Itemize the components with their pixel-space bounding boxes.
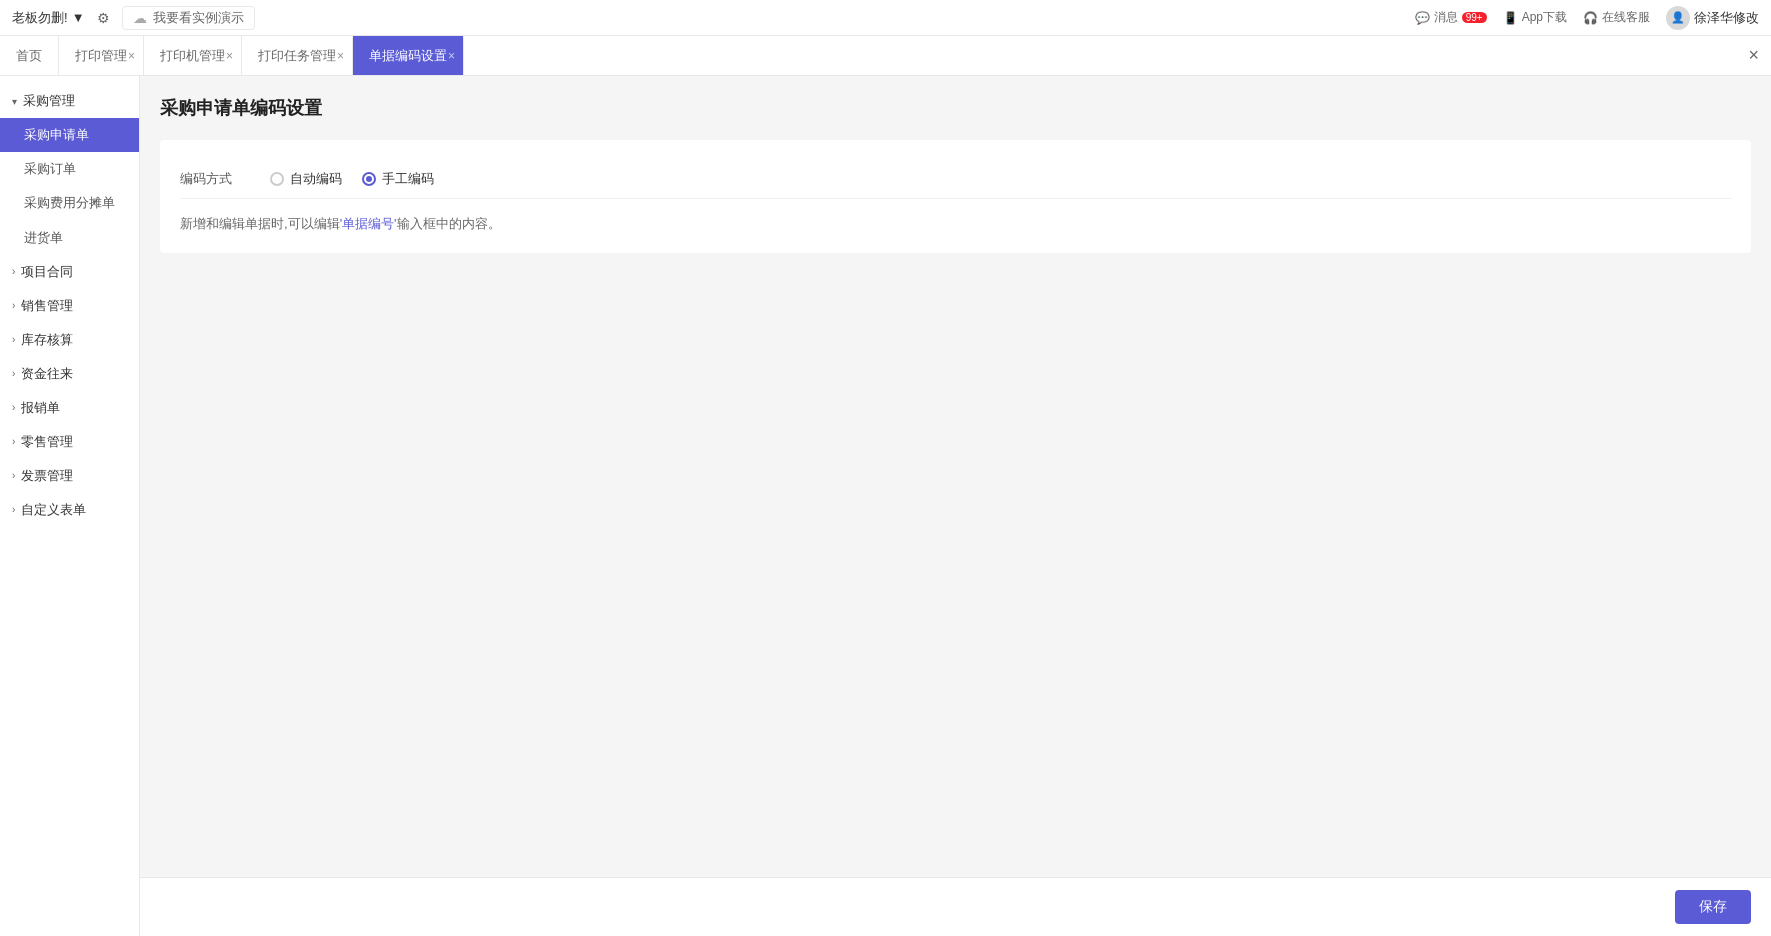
radio-auto-circle xyxy=(270,172,284,186)
content-area: 采购申请单编码设置 编码方式 自动编码 手工编码 xyxy=(140,76,1771,936)
service-icon: 🎧 xyxy=(1583,11,1598,25)
page-title: 采购申请单编码设置 xyxy=(160,96,1751,120)
sidebar-group-purchase-mgmt[interactable]: ▾ 采购管理 xyxy=(0,84,139,118)
chevron-right-icon-6: › xyxy=(12,436,15,447)
radio-manual-encoding[interactable]: 手工编码 xyxy=(362,170,434,188)
sidebar-item-purchase-expense[interactable]: 采购费用分摊单 xyxy=(0,186,139,220)
demo-button[interactable]: ☁ 我要看实例演示 xyxy=(122,6,255,30)
tab-print-mgmt-close[interactable]: × xyxy=(128,49,135,63)
message-icon: 💬 xyxy=(1415,11,1430,25)
top-bar-title-dropdown[interactable]: 老板勿删! ▼ xyxy=(12,9,85,27)
sidebar-group-inventory-calc[interactable]: › 库存核算 xyxy=(0,323,139,357)
user-info[interactable]: 👤 徐泽华修改 xyxy=(1666,6,1759,30)
message-badge: 99+ xyxy=(1462,12,1487,23)
radio-manual-circle xyxy=(362,172,376,186)
encoding-label: 编码方式 xyxy=(180,170,240,188)
chevron-down-icon: ▾ xyxy=(12,96,17,107)
sidebar-group-project-contract[interactable]: › 项目合同 xyxy=(0,255,139,289)
tab-bar: 首页 打印管理 × 打印机管理 × 打印任务管理 × 单据编码设置 × × xyxy=(0,36,1771,76)
save-button[interactable]: 保存 xyxy=(1675,890,1751,924)
sidebar-group-return-order[interactable]: › 报销单 xyxy=(0,391,139,425)
close-all-tabs-button[interactable]: × xyxy=(1736,36,1771,75)
sidebar-item-purchase-request[interactable]: 采购申请单 xyxy=(0,118,139,152)
tab-print-task-mgmt-close[interactable]: × xyxy=(337,49,344,63)
tab-printer-mgmt[interactable]: 打印机管理 × xyxy=(144,36,242,75)
message-button[interactable]: 💬 消息 99+ xyxy=(1415,9,1487,26)
content-footer: 保存 xyxy=(140,877,1771,936)
sidebar-item-stock-in-label: 进货单 xyxy=(24,230,63,245)
settings-icon[interactable]: ⚙ xyxy=(97,10,110,26)
chevron-right-icon-8: › xyxy=(12,504,15,515)
sidebar-group-retail-mgmt-label: 零售管理 xyxy=(21,433,73,451)
sidebar-group-return-order-label: 报销单 xyxy=(21,399,60,417)
hint-highlight: '单据编号' xyxy=(340,216,397,231)
radio-manual-label: 手工编码 xyxy=(382,170,434,188)
sidebar-item-purchase-order-label: 采购订单 xyxy=(24,161,76,176)
sidebar-group-fund-flow-label: 资金往来 xyxy=(21,365,73,383)
sidebar-group-fund-flow[interactable]: › 资金往来 xyxy=(0,357,139,391)
tab-single-code-settings-close[interactable]: × xyxy=(448,49,455,63)
dropdown-icon: ▼ xyxy=(72,10,85,25)
settings-card: 编码方式 自动编码 手工编码 新增和编辑单据时,可以编辑'单据编号'输入框中的内 xyxy=(160,140,1751,253)
sidebar-group-retail-mgmt[interactable]: › 零售管理 xyxy=(0,425,139,459)
top-bar-title: 老板勿删! xyxy=(12,9,68,27)
avatar: 👤 xyxy=(1666,6,1690,30)
tab-printer-mgmt-label: 打印机管理 xyxy=(160,47,225,65)
tab-home[interactable]: 首页 xyxy=(0,36,59,75)
demo-label: 我要看实例演示 xyxy=(153,9,244,27)
tab-print-mgmt-label: 打印管理 xyxy=(75,47,127,65)
cloud-icon: ☁ xyxy=(133,10,147,26)
sidebar-item-purchase-request-label: 采购申请单 xyxy=(24,127,89,142)
hint-text: 新增和编辑单据时,可以编辑'单据编号'输入框中的内容。 xyxy=(180,215,1731,233)
sidebar-item-purchase-order[interactable]: 采购订单 xyxy=(0,152,139,186)
download-icon: 📱 xyxy=(1503,11,1518,25)
chevron-right-icon-2: › xyxy=(12,300,15,311)
tab-printer-mgmt-close[interactable]: × xyxy=(226,49,233,63)
sidebar: ▾ 采购管理 采购申请单 采购订单 采购费用分摊单 进货单 › 项目合同 › 销… xyxy=(0,76,140,936)
tab-single-code-settings-label: 单据编码设置 xyxy=(369,47,447,65)
sidebar-item-stock-in[interactable]: 进货单 xyxy=(0,221,139,255)
content-inner: 采购申请单编码设置 编码方式 自动编码 手工编码 xyxy=(140,76,1771,877)
radio-auto-encoding[interactable]: 自动编码 xyxy=(270,170,342,188)
sidebar-group-invoice-mgmt-label: 发票管理 xyxy=(21,467,73,485)
online-service-label: 在线客服 xyxy=(1602,9,1650,26)
sidebar-group-custom-form[interactable]: › 自定义表单 xyxy=(0,493,139,527)
online-service-button[interactable]: 🎧 在线客服 xyxy=(1583,9,1650,26)
chevron-right-icon-4: › xyxy=(12,368,15,379)
chevron-right-icon-3: › xyxy=(12,334,15,345)
sidebar-group-invoice-mgmt[interactable]: › 发票管理 xyxy=(0,459,139,493)
encoding-row: 编码方式 自动编码 手工编码 xyxy=(180,160,1731,199)
chevron-right-icon-5: › xyxy=(12,402,15,413)
tab-print-task-mgmt[interactable]: 打印任务管理 × xyxy=(242,36,353,75)
app-download-label: App下载 xyxy=(1522,9,1567,26)
sidebar-group-sales-mgmt[interactable]: › 销售管理 xyxy=(0,289,139,323)
user-name: 徐泽华修改 xyxy=(1694,9,1759,27)
radio-group: 自动编码 手工编码 xyxy=(270,170,434,188)
sidebar-group-inventory-calc-label: 库存核算 xyxy=(21,331,73,349)
sidebar-group-project-contract-label: 项目合同 xyxy=(21,263,73,281)
radio-auto-label: 自动编码 xyxy=(290,170,342,188)
chevron-right-icon: › xyxy=(12,266,15,277)
tab-print-mgmt[interactable]: 打印管理 × xyxy=(59,36,144,75)
top-bar: 老板勿删! ▼ ⚙ ☁ 我要看实例演示 💬 消息 99+ 📱 App下载 🎧 在… xyxy=(0,0,1771,36)
tab-print-task-mgmt-label: 打印任务管理 xyxy=(258,47,336,65)
sidebar-item-purchase-expense-label: 采购费用分摊单 xyxy=(24,195,115,210)
tab-home-label: 首页 xyxy=(16,47,42,65)
sidebar-group-sales-mgmt-label: 销售管理 xyxy=(21,297,73,315)
sidebar-group-purchase-mgmt-label: 采购管理 xyxy=(23,92,75,110)
tab-single-code-settings[interactable]: 单据编码设置 × xyxy=(353,36,464,75)
message-label: 消息 xyxy=(1434,9,1458,26)
app-download-button[interactable]: 📱 App下载 xyxy=(1503,9,1567,26)
chevron-right-icon-7: › xyxy=(12,470,15,481)
sidebar-group-custom-form-label: 自定义表单 xyxy=(21,501,86,519)
top-bar-left: 老板勿删! ▼ ⚙ ☁ 我要看实例演示 xyxy=(12,6,255,30)
main-layout: ▾ 采购管理 采购申请单 采购订单 采购费用分摊单 进货单 › 项目合同 › 销… xyxy=(0,76,1771,936)
top-bar-right: 💬 消息 99+ 📱 App下载 🎧 在线客服 👤 徐泽华修改 xyxy=(1415,6,1759,30)
